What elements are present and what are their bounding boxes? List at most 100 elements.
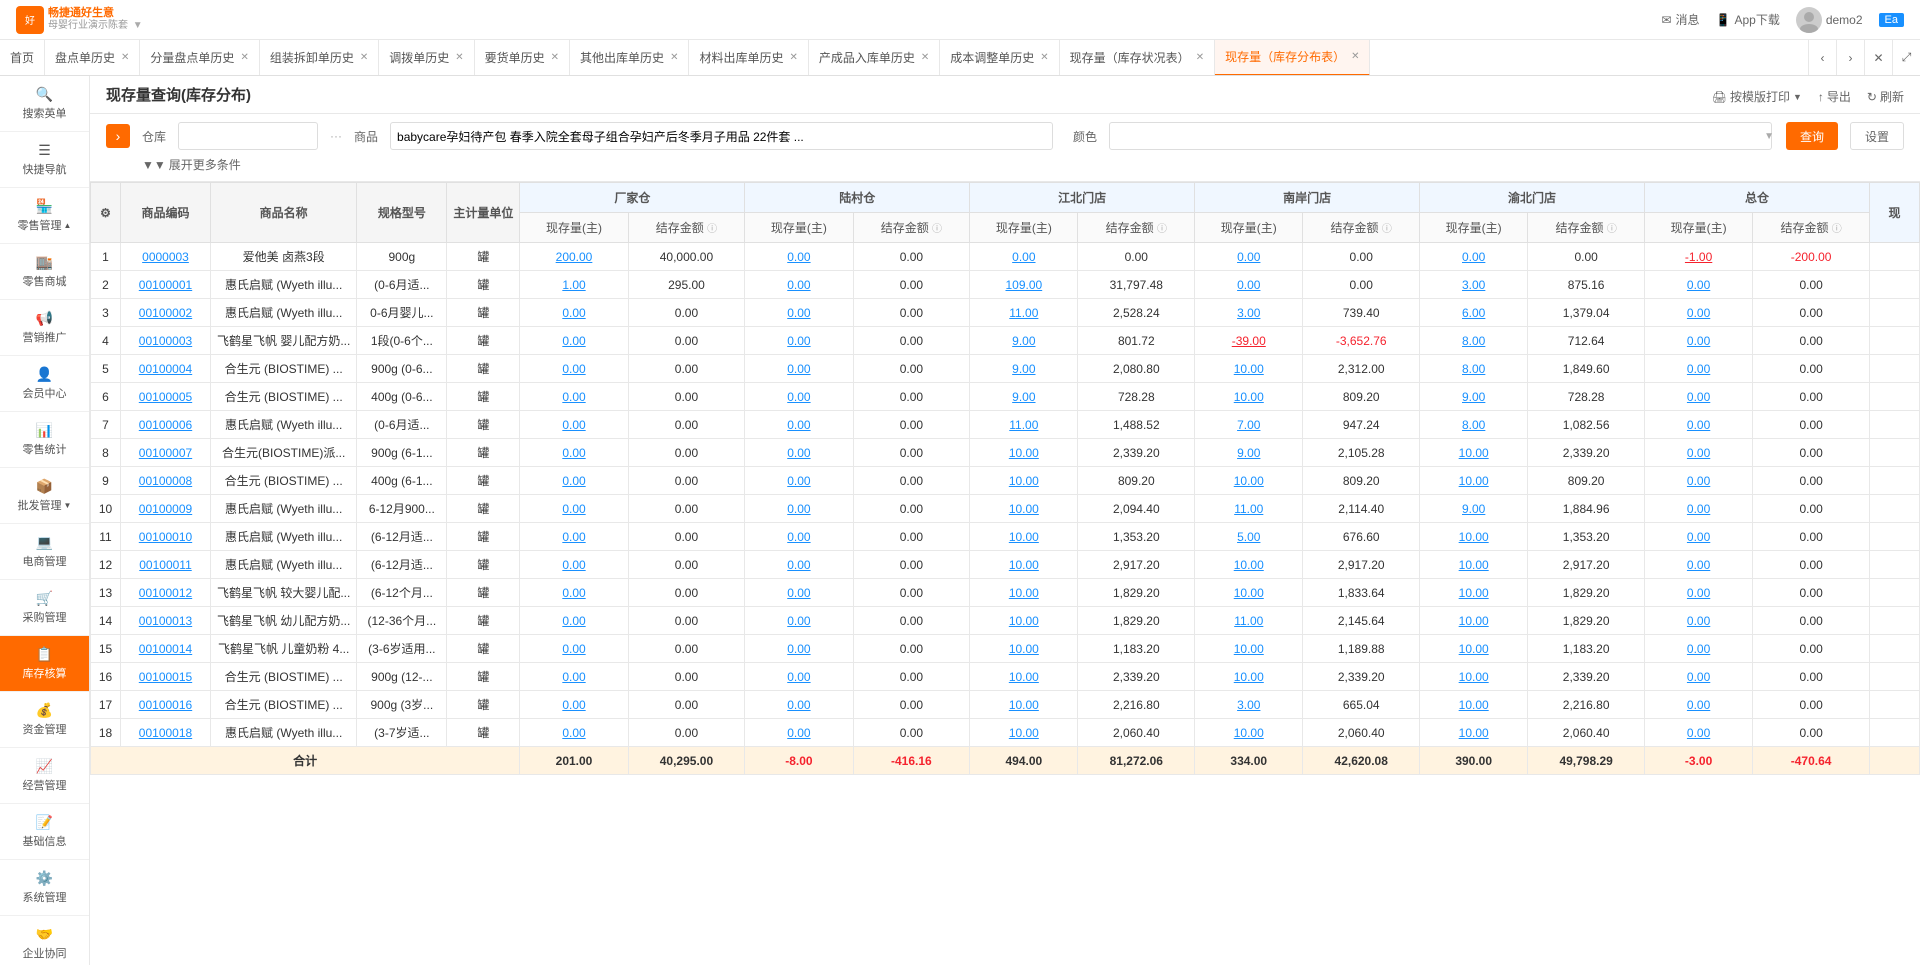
info-icon[interactable]: ⓘ <box>932 224 942 235</box>
table-row: 1300100012飞鹤星飞帆 较大婴儿配...(6-12个月...罐0.000… <box>91 579 1920 607</box>
page-header: 现存量查询(库存分布) 🖨 按模版打印 ▼ ↑ 导出 ↻ 刷新 <box>90 76 1920 114</box>
ecommerce-icon: 💻 <box>4 534 85 551</box>
tab-maximize-btn[interactable]: ⤢ <box>1892 40 1920 76</box>
tab-fenpandian[interactable]: 分量盘点单历史 ✕ <box>140 40 259 76</box>
filter-dots: ··· <box>330 129 342 143</box>
tab-cailiaochu[interactable]: 材料出库单历史 ✕ <box>689 40 808 76</box>
summary-row: 合计 201.00 40,295.00 -8.00 -416.16 494.00… <box>91 747 1920 775</box>
tab-close[interactable]: ✕ <box>670 52 678 63</box>
sidebar-item-ecommerce[interactable]: 💻 电商管理 <box>0 524 89 580</box>
export-btn[interactable]: ↑ 导出 <box>1818 88 1851 105</box>
page-actions: 🖨 按模版打印 ▼ ↑ 导出 ↻ 刷新 <box>1712 88 1904 105</box>
summary-zongcang-amt: -470.64 <box>1753 747 1870 775</box>
th-code: 商品编码 <box>121 183 211 243</box>
info-icon[interactable]: ⓘ <box>1832 224 1842 235</box>
sidebar-item-wholesale[interactable]: 📦 批发管理 ▼ <box>0 468 89 524</box>
sidebar-item-member[interactable]: 👤 会员中心 <box>0 356 89 412</box>
tab-label: 产成品入库单历史 <box>819 49 915 66</box>
tab-close[interactable]: ✕ <box>1040 52 1048 63</box>
content-area: 现存量查询(库存分布) 🖨 按模版打印 ▼ ↑ 导出 ↻ 刷新 <box>90 76 1920 965</box>
tab-close[interactable]: ✕ <box>921 52 929 63</box>
mall-icon: 🏬 <box>4 254 85 271</box>
tab-close[interactable]: ✕ <box>455 52 463 63</box>
sidebar-label: 会员中心 <box>23 388 67 400</box>
warehouse-input[interactable] <box>178 122 318 150</box>
tab-xianzailiangfenbu[interactable]: 现存量（库存分布表） ✕ <box>1215 40 1370 76</box>
tab-label: 现存量（库存状况表） <box>1070 49 1190 66</box>
tab-chanpinruku[interactable]: 产成品入库单历史 ✕ <box>809 40 940 76</box>
tab-next-btn[interactable]: › <box>1836 40 1864 76</box>
tab-qitachukulishi[interactable]: 其他出库单历史 ✕ <box>570 40 689 76</box>
tab-label: 成本调整单历史 <box>950 49 1034 66</box>
filter-toggle-btn[interactable]: › <box>106 124 130 148</box>
tab-prev-btn[interactable]: ‹ <box>1808 40 1836 76</box>
data-table: ⚙ 商品编码 商品名称 规格型号 主计量单位 厂家仓 陆村仓 江北门店 南岸门店… <box>90 182 1920 775</box>
sidebar-item-retail-mgmt[interactable]: 🏪 零售管理 ▲ <box>0 188 89 244</box>
tab-label: 分量盘点单历史 <box>150 49 234 66</box>
sidebar-label: 系统管理 <box>23 892 67 904</box>
tab-nav-btns: ‹ › ✕ ⤢ <box>1808 40 1920 76</box>
th-lucunca: 陆村仓 <box>745 183 970 213</box>
tab-close[interactable]: ✕ <box>121 52 129 63</box>
th-jiangbei-amt: 结存金额 ⓘ <box>1078 213 1195 243</box>
sidebar-item-search[interactable]: 🔍 搜索英单 <box>0 76 89 132</box>
table-row: 1500100014飞鹤星飞帆 儿童奶粉 4...(3-6岁适用...罐0.00… <box>91 635 1920 663</box>
th-changjiaku: 厂家仓 <box>520 183 745 213</box>
sidebar-item-inventory[interactable]: 📋 库存核算 <box>0 636 89 692</box>
sidebar-item-finance[interactable]: 💰 资金管理 <box>0 692 89 748</box>
tab-close[interactable]: ✕ <box>789 52 797 63</box>
settings-btn[interactable]: 设置 <box>1850 122 1904 150</box>
sidebar-item-operation[interactable]: 📈 经营管理 <box>0 748 89 804</box>
tab-close[interactable]: ✕ <box>1196 52 1204 63</box>
info-icon[interactable]: ⓘ <box>1157 224 1167 235</box>
info-icon[interactable]: ⓘ <box>1607 224 1617 235</box>
tab-close[interactable]: ✕ <box>360 52 368 63</box>
tab-tiaopo[interactable]: 调拨单历史 ✕ <box>379 40 474 76</box>
tab-close[interactable]: ✕ <box>551 52 559 63</box>
tab-close[interactable]: ✕ <box>240 52 248 63</box>
stat-icon: 📊 <box>4 422 85 439</box>
tab-pandian[interactable]: 盘点单历史 ✕ <box>45 40 140 76</box>
tab-home[interactable]: 首页 <box>0 40 45 76</box>
sidebar-label: 经营管理 <box>23 780 67 792</box>
table-row: 700100006惠氏启赋 (Wyeth illu...(0-6月适...罐0.… <box>91 411 1920 439</box>
summary-xian <box>1870 747 1920 775</box>
purchase-icon: 🛒 <box>4 590 85 607</box>
user-area[interactable]: demo2 <box>1796 7 1863 33</box>
th-yubei-qty: 现存量(主) <box>1420 213 1528 243</box>
tab-label: 盘点单历史 <box>55 49 115 66</box>
print-btn[interactable]: 🖨 按模版打印 ▼ <box>1712 88 1802 105</box>
sidebar-item-retail-stat[interactable]: 📊 零售统计 <box>0 412 89 468</box>
tab-xianzailiangkucun[interactable]: 现存量（库存状况表） ✕ <box>1060 40 1215 76</box>
sidebar-item-basic[interactable]: 📝 基础信息 <box>0 804 89 860</box>
sidebar-item-purchase[interactable]: 🛒 采购管理 <box>0 580 89 636</box>
tab-yaohuo[interactable]: 要货单历史 ✕ <box>475 40 570 76</box>
tab-close-active[interactable]: ✕ <box>1351 51 1359 62</box>
sidebar-item-enterprise[interactable]: 🤝 企业协同 <box>0 916 89 965</box>
th-settings[interactable]: ⚙ <box>91 183 121 243</box>
tab-close-all-btn[interactable]: ✕ <box>1864 40 1892 76</box>
tab-zuzhezhecai[interactable]: 组装拆卸单历史 ✕ <box>260 40 379 76</box>
table-row: 900100008合生元 (BIOSTIME) ...400g (6-1...罐… <box>91 467 1920 495</box>
sidebar-item-nav[interactable]: ☰ 快捷导航 <box>0 132 89 188</box>
color-input[interactable] <box>1109 122 1772 150</box>
app-download-btn[interactable]: 📱 App下载 <box>1716 11 1780 28</box>
sidebar-item-marketing[interactable]: 📢 营销推广 <box>0 300 89 356</box>
query-btn[interactable]: 查询 <box>1786 122 1838 150</box>
info-icon[interactable]: ⓘ <box>1382 224 1392 235</box>
th-nanan-amt: 结存金额 ⓘ <box>1303 213 1420 243</box>
expand-conditions-btn[interactable]: ▼▼ 展开更多条件 <box>142 156 1904 173</box>
message-btn[interactable]: ✉ 消息 <box>1661 11 1699 28</box>
refresh-btn[interactable]: ↻ 刷新 <box>1867 88 1904 105</box>
wholesale-icon: 📦 <box>4 478 85 495</box>
sidebar-item-system[interactable]: ⚙️ 系统管理 <box>0 860 89 916</box>
tab-home-label: 首页 <box>10 49 34 66</box>
enterprise-icon: 🤝 <box>4 926 85 943</box>
top-bar-left: 好 畅捷通好生意 母婴行业演示陈套 ▼ <box>16 6 143 34</box>
sidebar-item-retail-mall[interactable]: 🏬 零售商城 <box>0 244 89 300</box>
tab-chenben[interactable]: 成本调整单历史 ✕ <box>940 40 1059 76</box>
info-icon[interactable]: ⓘ <box>707 224 717 235</box>
table-wrapper[interactable]: ⚙ 商品编码 商品名称 规格型号 主计量单位 厂家仓 陆村仓 江北门店 南岸门店… <box>90 182 1920 965</box>
product-input[interactable] <box>390 122 1053 150</box>
th-lucunca-qty: 现存量(主) <box>745 213 853 243</box>
